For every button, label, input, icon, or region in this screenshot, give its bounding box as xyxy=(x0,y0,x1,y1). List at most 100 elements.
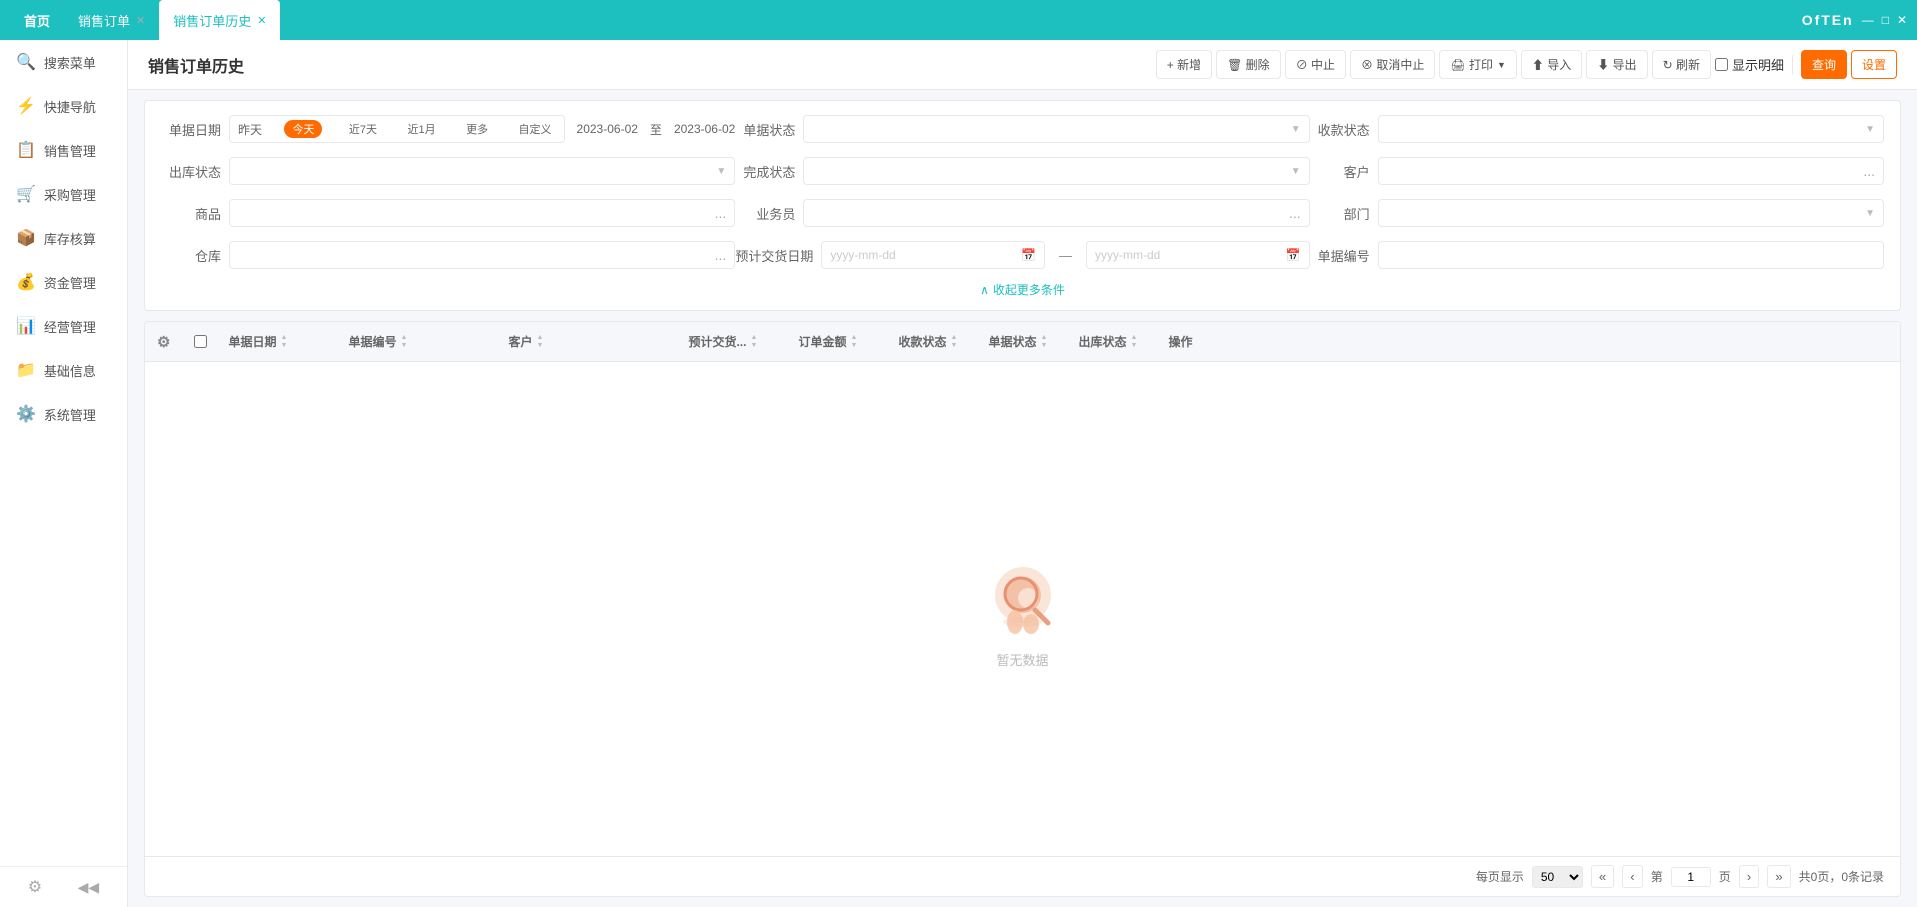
settings-button[interactable]: 设置 xyxy=(1851,50,1897,79)
sidebar-item-operations-label: 经营管理 xyxy=(44,317,96,336)
show-detail-label: 显示明细 xyxy=(1732,55,1784,74)
warehouse-ellipsis[interactable]: ... xyxy=(715,247,727,263)
date-more[interactable]: 更多 xyxy=(462,120,492,138)
filter-delivery-date: 预计交货日期 yyyy-mm-dd 📅 — yyyy-mm-dd 📅 xyxy=(735,239,1309,271)
th-amount[interactable]: 订单金额 ▲▼ xyxy=(788,333,888,350)
order-status-select[interactable]: ▼ xyxy=(803,115,1309,143)
close-button[interactable]: ✕ xyxy=(1897,13,1907,27)
th-out-status-sort[interactable]: ▲▼ xyxy=(1130,334,1137,349)
th-out-status[interactable]: 出库状态 ▲▼ xyxy=(1068,333,1158,350)
salesperson-ellipsis[interactable]: ... xyxy=(1289,205,1301,221)
next-page-button[interactable]: › xyxy=(1739,865,1759,888)
goods-ellipsis[interactable]: ... xyxy=(715,205,727,221)
select-all-checkbox[interactable] xyxy=(194,335,207,348)
system-icon: ⚙️ xyxy=(16,404,36,424)
goods-input[interactable]: ... xyxy=(229,199,735,227)
sidebar-collapse-icon[interactable]: ◀◀ xyxy=(78,879,100,896)
sidebar-item-inventory[interactable]: 📦 库存核算 xyxy=(0,216,127,260)
tab-sales-order-history-label: 销售订单历史 xyxy=(173,11,251,30)
collapse-row[interactable]: ∧ 收起更多条件 xyxy=(161,281,1884,298)
sidebar-settings-icon[interactable]: ⚙ xyxy=(28,877,42,897)
sidebar-item-finance[interactable]: 💰 资金管理 xyxy=(0,260,127,304)
minimize-button[interactable]: — xyxy=(1862,13,1874,27)
query-button[interactable]: 查询 xyxy=(1801,50,1847,79)
th-sn[interactable]: 单据编号 ▲▼ xyxy=(338,333,498,350)
collapse-up-icon: ∧ xyxy=(980,283,989,297)
salesperson-input[interactable]: ... xyxy=(803,199,1309,227)
new-button[interactable]: + 新增 xyxy=(1156,50,1212,79)
delivery-to-input[interactable]: yyyy-mm-dd 📅 xyxy=(1086,241,1310,269)
refresh-button[interactable]: ↻ 刷新 xyxy=(1652,50,1711,79)
sidebar-item-operations[interactable]: 📊 经营管理 xyxy=(0,304,127,348)
delivery-from-input[interactable]: yyyy-mm-dd 📅 xyxy=(821,241,1045,269)
delivery-to-placeholder: yyyy-mm-dd xyxy=(1095,248,1160,262)
sidebar-item-basic-info[interactable]: 📁 基础信息 xyxy=(0,348,127,392)
th-order-status-sort[interactable]: ▲▼ xyxy=(1040,334,1047,349)
sidebar-item-sales[interactable]: 📋 销售管理 xyxy=(0,128,127,172)
goods-label: 商品 xyxy=(161,204,221,223)
th-date-sort[interactable]: ▲▼ xyxy=(280,334,287,349)
export-button[interactable]: ⬇ 导出 xyxy=(1586,50,1647,79)
th-date[interactable]: 单据日期 ▲▼ xyxy=(218,333,338,350)
th-pay-status-sort[interactable]: ▲▼ xyxy=(950,334,957,349)
print-button[interactable]: 🖨 打印 ▼ xyxy=(1439,50,1517,79)
sidebar-item-system[interactable]: ⚙️ 系统管理 xyxy=(0,392,127,436)
empty-illustration xyxy=(973,550,1073,650)
order-no-input[interactable] xyxy=(1378,241,1884,269)
page-number-input[interactable] xyxy=(1671,867,1711,887)
show-detail-checkbox[interactable] xyxy=(1715,58,1728,71)
sidebar-item-purchase[interactable]: 🛒 采购管理 xyxy=(0,172,127,216)
table-footer: 每页显示 50 20 100 « ‹ 第 页 › » 共0页，0条记录 xyxy=(145,856,1900,896)
date-custom[interactable]: 自定义 xyxy=(515,120,556,138)
date-range-input[interactable]: 昨天 今天 近7天 近1月 更多 自定义 xyxy=(229,115,565,143)
sidebar-item-search[interactable]: 🔍 搜索菜单 xyxy=(0,40,127,84)
tab-sales-order-history-close[interactable]: ✕ xyxy=(257,14,266,27)
tab-sales-order-close[interactable]: ✕ xyxy=(136,14,145,27)
order-status-label: 单据状态 xyxy=(735,120,795,139)
th-sn-sort[interactable]: ▲▼ xyxy=(400,334,407,349)
tab-home[interactable]: 首页 xyxy=(10,0,64,40)
stop-button[interactable]: ⊘ 中止 xyxy=(1285,50,1346,79)
filter-dept: 部门 ▼ xyxy=(1310,197,1884,229)
calendar-to-icon[interactable]: 📅 xyxy=(1286,248,1301,262)
date-today[interactable]: 今天 xyxy=(284,120,322,138)
first-page-button[interactable]: « xyxy=(1591,865,1614,888)
th-delivery[interactable]: 预计交货... ▲▼ xyxy=(678,333,788,350)
delete-button[interactable]: 🗑 删除 xyxy=(1216,50,1281,79)
th-pay-status[interactable]: 收款状态 ▲▼ xyxy=(888,333,978,350)
import-button[interactable]: ⬆ 导入 xyxy=(1521,50,1582,79)
dept-select[interactable]: ▼ xyxy=(1378,199,1884,227)
payment-status-select[interactable]: ▼ xyxy=(1378,115,1884,143)
date-7days[interactable]: 近7天 xyxy=(345,120,381,138)
dept-label: 部门 xyxy=(1310,204,1370,223)
th-amount-sort[interactable]: ▲▼ xyxy=(850,334,857,349)
per-page-select[interactable]: 50 20 100 xyxy=(1532,866,1583,888)
cancel-stop-button[interactable]: ⊗ 取消中止 xyxy=(1350,50,1435,79)
date-1month[interactable]: 近1月 xyxy=(404,120,440,138)
search-menu-icon: 🔍 xyxy=(16,52,36,72)
customer-input[interactable]: ... xyxy=(1378,157,1884,185)
calendar-from-icon[interactable]: 📅 xyxy=(1021,248,1036,262)
date-yesterday[interactable]: 昨天 xyxy=(238,121,262,138)
filter-row-4: 仓库 ... 预计交货日期 yyyy-mm-dd 📅 — yyyy-mm-dd xyxy=(161,239,1884,271)
maximize-button[interactable]: □ xyxy=(1882,13,1889,27)
last-page-button[interactable]: » xyxy=(1767,865,1790,888)
prev-page-button[interactable]: ‹ xyxy=(1622,865,1642,888)
filter-row-2: 出库状态 ▼ 完成状态 ▼ 客户 xyxy=(161,155,1884,187)
th-order-status[interactable]: 单据状态 ▲▼ xyxy=(978,333,1068,350)
tab-sales-order[interactable]: 销售订单 ✕ xyxy=(64,0,159,40)
filter-order-no: 单据编号 xyxy=(1310,239,1884,271)
table-settings-icon[interactable]: ⚙ xyxy=(145,333,182,351)
th-customer-sort[interactable]: ▲▼ xyxy=(536,334,543,349)
th-action: 操作 xyxy=(1158,333,1900,350)
date-label: 单据日期 xyxy=(161,120,221,139)
warehouse-input[interactable]: ... xyxy=(229,241,735,269)
th-customer[interactable]: 客户 ▲▼ xyxy=(498,333,678,350)
print-dropdown-icon[interactable]: ▼ xyxy=(1497,60,1506,70)
th-delivery-sort[interactable]: ▲▼ xyxy=(750,334,757,349)
tab-sales-order-history[interactable]: 销售订单历史 ✕ xyxy=(159,0,280,40)
out-status-select[interactable]: ▼ xyxy=(229,157,735,185)
sidebar-item-quick-nav[interactable]: ⚡ 快捷导航 xyxy=(0,84,127,128)
complete-status-select[interactable]: ▼ xyxy=(803,157,1309,185)
customer-ellipsis[interactable]: ... xyxy=(1863,163,1875,179)
